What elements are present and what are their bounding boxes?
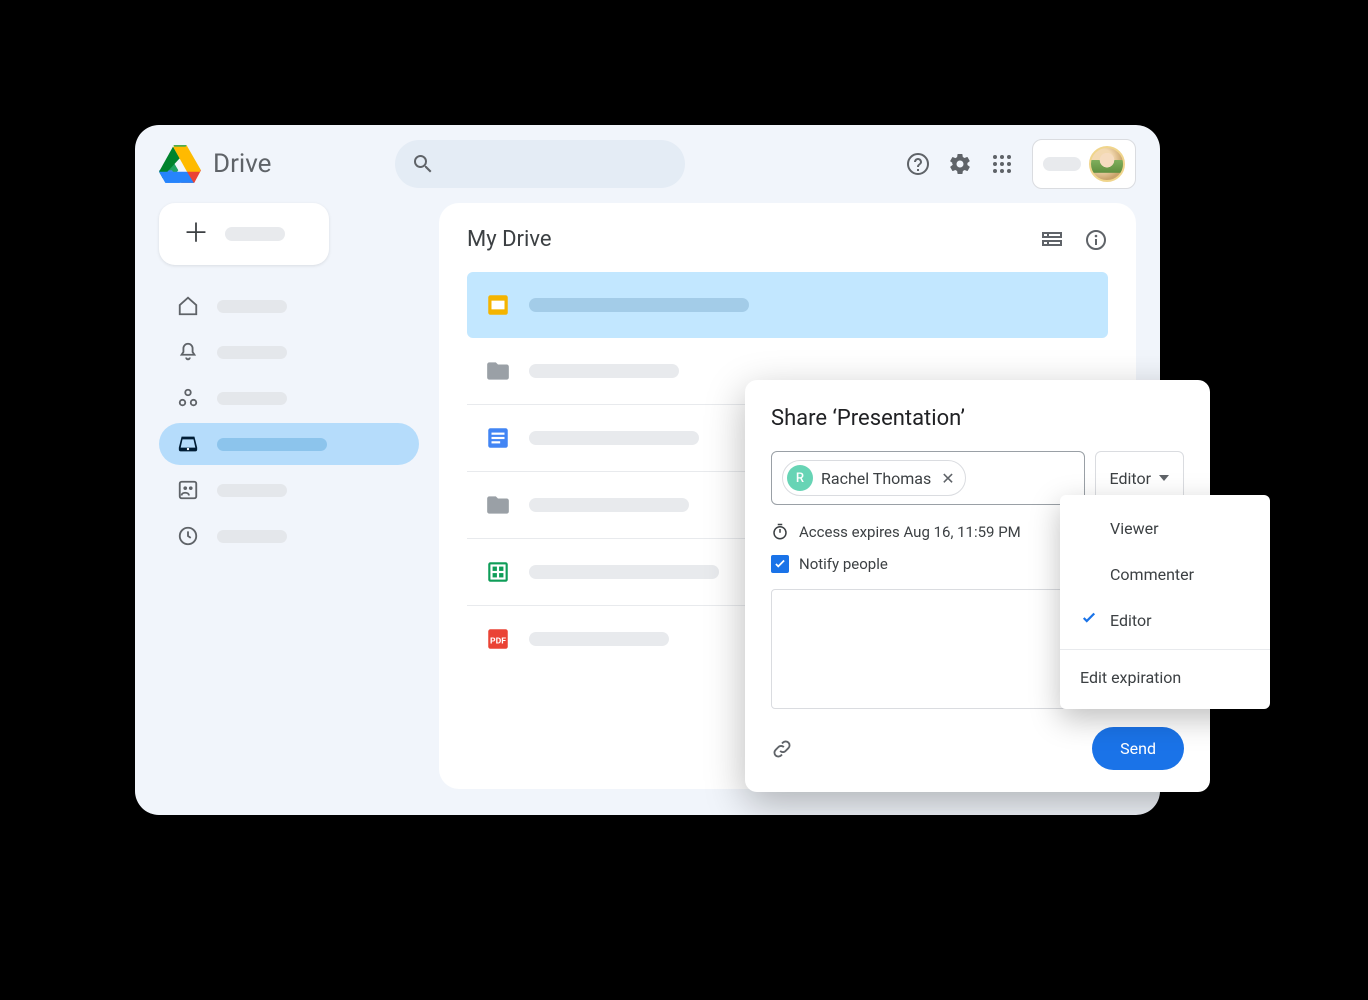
role-option-viewer[interactable]: Viewer bbox=[1060, 505, 1270, 551]
notify-label: Notify people bbox=[799, 555, 888, 573]
account-label-placeholder bbox=[1043, 157, 1081, 171]
docs-icon bbox=[485, 425, 511, 451]
person-chip[interactable]: R Rachel Thomas ✕ bbox=[782, 460, 966, 496]
page-title: My Drive bbox=[467, 227, 1040, 252]
sidebar-item-shared[interactable] bbox=[159, 469, 419, 511]
access-expiry-text: Access expires Aug 16, 11:59 PM bbox=[799, 523, 1021, 541]
role-dropdown-menu: Viewer Commenter Editor Edit expiration bbox=[1060, 495, 1270, 709]
home-icon bbox=[177, 295, 199, 317]
slides-icon bbox=[485, 292, 511, 318]
role-option-label: Viewer bbox=[1110, 519, 1159, 538]
role-option-label: Commenter bbox=[1110, 565, 1194, 584]
sheets-icon bbox=[485, 559, 511, 585]
avatar bbox=[1089, 146, 1125, 182]
app-title: Drive bbox=[213, 149, 271, 179]
sidebar: ＋ bbox=[159, 203, 419, 789]
header-icons bbox=[906, 139, 1136, 189]
person-avatar: R bbox=[787, 465, 813, 491]
search-input[interactable] bbox=[395, 140, 685, 188]
check-icon bbox=[773, 557, 787, 571]
help-icon[interactable] bbox=[906, 152, 930, 176]
main-header: My Drive bbox=[467, 227, 1108, 252]
send-button[interactable]: Send bbox=[1092, 727, 1184, 770]
apps-icon[interactable] bbox=[990, 152, 1014, 176]
chip-remove-icon[interactable]: ✕ bbox=[941, 469, 954, 488]
file-row-slides[interactable] bbox=[467, 272, 1108, 338]
settings-icon[interactable] bbox=[948, 152, 972, 176]
search-icon bbox=[411, 152, 435, 176]
pdf-icon: PDF bbox=[485, 626, 511, 652]
bell-icon bbox=[177, 341, 199, 363]
info-icon[interactable] bbox=[1084, 228, 1108, 252]
new-button[interactable]: ＋ bbox=[159, 203, 329, 265]
header: Drive bbox=[135, 125, 1160, 203]
copy-link-icon[interactable] bbox=[771, 738, 793, 760]
logo-area: Drive bbox=[159, 145, 271, 183]
check-icon bbox=[1080, 609, 1098, 627]
list-view-icon[interactable] bbox=[1040, 228, 1064, 252]
sidebar-item-activity[interactable] bbox=[159, 331, 419, 373]
notify-checkbox[interactable] bbox=[771, 555, 789, 573]
clock-icon bbox=[177, 525, 199, 547]
role-selected-label: Editor bbox=[1110, 469, 1151, 488]
role-option-label: Edit expiration bbox=[1080, 668, 1181, 687]
sidebar-item-my-drive[interactable] bbox=[159, 423, 419, 465]
role-option-edit-expiration[interactable]: Edit expiration bbox=[1060, 656, 1270, 699]
folder-icon bbox=[485, 358, 511, 384]
account-switcher[interactable] bbox=[1032, 139, 1136, 189]
folder-icon bbox=[485, 492, 511, 518]
role-option-commenter[interactable]: Commenter bbox=[1060, 551, 1270, 597]
plus-icon: ＋ bbox=[183, 221, 209, 247]
caret-down-icon bbox=[1159, 475, 1169, 481]
drive-icon bbox=[177, 433, 199, 455]
share-dialog-title: Share ‘Presentation’ bbox=[771, 406, 1184, 431]
role-option-editor[interactable]: Editor bbox=[1060, 597, 1270, 643]
menu-divider bbox=[1060, 649, 1270, 650]
sidebar-item-recent[interactable] bbox=[159, 515, 419, 557]
sidebar-item-workspaces[interactable] bbox=[159, 377, 419, 419]
role-option-label: Editor bbox=[1110, 611, 1151, 630]
person-name: Rachel Thomas bbox=[821, 469, 931, 488]
timer-icon bbox=[771, 523, 789, 541]
sidebar-item-home[interactable] bbox=[159, 285, 419, 327]
drive-logo-icon bbox=[159, 145, 201, 183]
svg-text:PDF: PDF bbox=[490, 636, 506, 646]
share-people-input[interactable]: R Rachel Thomas ✕ bbox=[771, 451, 1085, 505]
workspaces-icon bbox=[177, 387, 199, 409]
new-label-placeholder bbox=[225, 227, 285, 241]
shared-drives-icon bbox=[177, 479, 199, 501]
